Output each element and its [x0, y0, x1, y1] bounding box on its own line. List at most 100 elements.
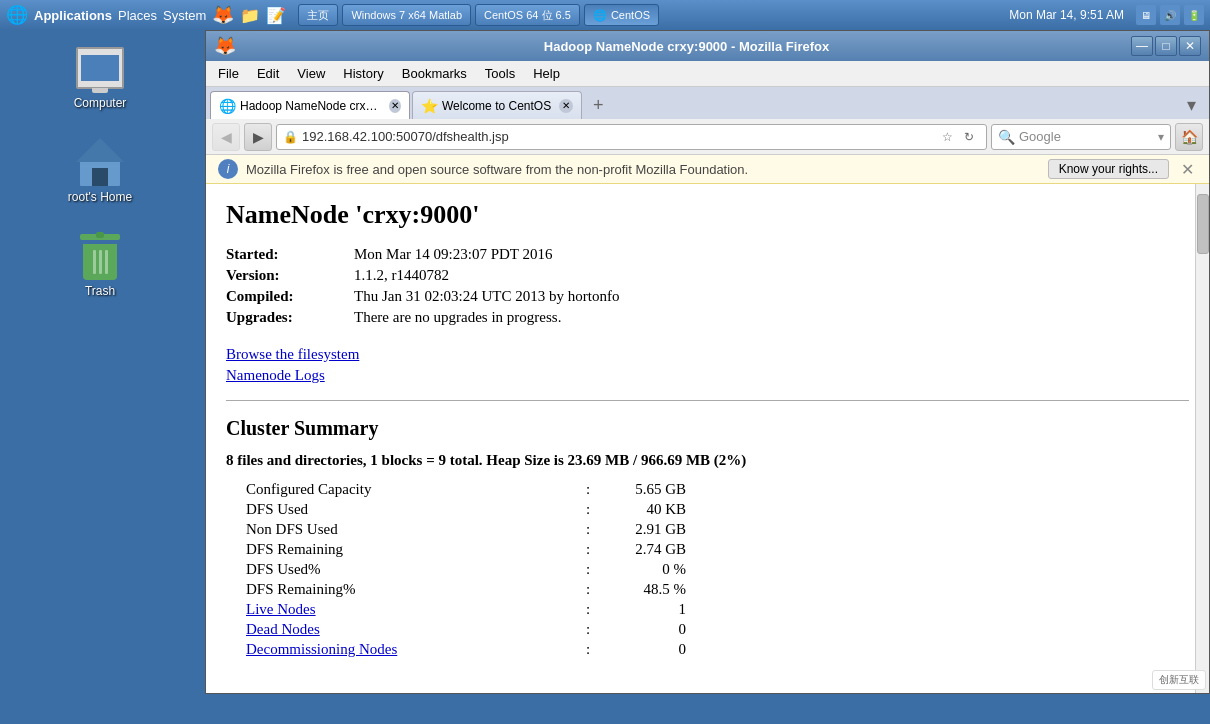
configured-capacity-label: Configured Capacity — [246, 481, 586, 498]
dfs-used-pct-label: DFS Used% — [246, 561, 586, 578]
window-controls: — □ ✕ — [1131, 36, 1201, 56]
info-row-compiled: Compiled: Thu Jan 31 02:03:24 UTC 2013 b… — [226, 288, 1189, 305]
dead-nodes-value: 0 — [606, 621, 686, 638]
tray-icon-battery: 🔋 — [1184, 5, 1204, 25]
menu-help[interactable]: Help — [525, 64, 568, 83]
menu-history[interactable]: History — [335, 64, 391, 83]
desktop-icon-trash[interactable]: Trash — [60, 228, 140, 302]
tab-hadoop-label: Hadoop NameNode crxy:9000 — [240, 99, 381, 113]
back-button[interactable]: ◀ — [212, 123, 240, 151]
home-nav-button[interactable]: 🏠 — [1175, 123, 1203, 151]
namenode-logs-link[interactable]: Namenode Logs — [226, 367, 1189, 384]
applications-menu[interactable]: Applications — [34, 8, 112, 23]
taskbar-tab-centos64[interactable]: CentOS 64 位 6.5 — [475, 4, 580, 26]
decommissioning-nodes-link[interactable]: Decommissioning Nodes — [246, 641, 397, 657]
menu-bar: File Edit View History Bookmarks Tools H… — [206, 61, 1209, 87]
window-title: Hadoop NameNode crxy:9000 - Mozilla Fire… — [242, 39, 1131, 54]
forward-button[interactable]: ▶ — [244, 123, 272, 151]
section-divider — [226, 400, 1189, 401]
window-titlebar: 🦊 Hadoop NameNode crxy:9000 - Mozilla Fi… — [206, 31, 1209, 61]
home-icon-label: root's Home — [68, 190, 132, 204]
taskbar-tab-centos[interactable]: 🌐 CentOS — [584, 4, 659, 26]
address-scheme-icon: 🔒 — [283, 130, 298, 144]
stat-row-dfs-remaining-pct: DFS Remaining% : 48.5 % — [226, 581, 1189, 598]
address-input-wrap: 🔒 192.168.42.100:50070/dfshealth.jsp ☆ ↻ — [276, 124, 987, 150]
tab-hadoop[interactable]: 🌐 Hadoop NameNode crxy:9000 ✕ — [210, 91, 410, 119]
firefox-window: 🦊 Hadoop NameNode crxy:9000 - Mozilla Fi… — [205, 30, 1210, 694]
tab-centos-label: Welcome to CentOS — [442, 99, 551, 113]
stat-row-live-nodes: Live Nodes : 1 — [226, 601, 1189, 618]
computer-icon-label: Computer — [74, 96, 127, 110]
non-dfs-used-value: 2.91 GB — [606, 521, 686, 538]
decommissioning-nodes-value: 0 — [606, 641, 686, 658]
new-tab-button[interactable]: + — [584, 91, 612, 119]
menu-bookmarks[interactable]: Bookmarks — [394, 64, 475, 83]
system-time: Mon Mar 14, 9:51 AM — [1009, 8, 1124, 22]
menu-tools[interactable]: Tools — [477, 64, 523, 83]
stats-table: Configured Capacity : 5.65 GB DFS Used :… — [226, 481, 1189, 658]
started-value: Mon Mar 14 09:23:07 PDT 2016 — [354, 246, 552, 263]
taskbar-tab-matlab[interactable]: Windows 7 x64 Matlab — [342, 4, 471, 26]
dfs-remaining-pct-label: DFS Remaining% — [246, 581, 586, 598]
stat-row-dfs-used: DFS Used : 40 KB — [226, 501, 1189, 518]
version-label: Version: — [226, 267, 346, 284]
address-input[interactable]: 192.168.42.100:50070/dfshealth.jsp — [302, 129, 936, 144]
desktop: Computer root's Home — [0, 30, 1210, 694]
taskbar-tab-home[interactable]: 主页 — [298, 4, 338, 26]
menu-edit[interactable]: Edit — [249, 64, 287, 83]
firefox-logo-icon: 🦊 — [214, 35, 236, 57]
info-table: Started: Mon Mar 14 09:23:07 PDT 2016 Ve… — [226, 246, 1189, 326]
page-content: NameNode 'crxy:9000' Started: Mon Mar 14… — [206, 184, 1209, 693]
search-box: 🔍 Google ▾ — [991, 124, 1171, 150]
address-bar: ◀ ▶ 🔒 192.168.42.100:50070/dfshealth.jsp… — [206, 119, 1209, 155]
notification-button[interactable]: Know your rights... — [1048, 159, 1169, 179]
dfs-remaining-label: DFS Remaining — [246, 541, 586, 558]
desktop-icon-computer[interactable]: Computer — [60, 40, 140, 114]
search-dropdown-icon[interactable]: ▾ — [1158, 130, 1164, 144]
stat-row-dead-nodes: Dead Nodes : 0 — [226, 621, 1189, 638]
stat-row-decommissioning: Decommissioning Nodes : 0 — [226, 641, 1189, 658]
upgrades-value: There are no upgrades in progress. — [354, 309, 561, 326]
system-menu[interactable]: System — [163, 8, 206, 23]
dead-nodes-link[interactable]: Dead Nodes — [246, 621, 320, 637]
tab-list-button[interactable]: ▾ — [1177, 91, 1205, 119]
tab-hadoop-close[interactable]: ✕ — [389, 99, 401, 113]
live-nodes-link[interactable]: Live Nodes — [246, 601, 316, 617]
desktop-icon-home[interactable]: root's Home — [60, 134, 140, 208]
stat-row-dfs-used-pct: DFS Used% : 0 % — [226, 561, 1189, 578]
cluster-summary-title: Cluster Summary — [226, 417, 1189, 440]
menu-file[interactable]: File — [210, 64, 247, 83]
scrollbar[interactable] — [1195, 184, 1209, 693]
window-maximize-button[interactable]: □ — [1155, 36, 1177, 56]
info-row-version: Version: 1.1.2, r1440782 — [226, 267, 1189, 284]
tab-centos-welcome[interactable]: ⭐ Welcome to CentOS ✕ — [412, 91, 582, 119]
places-menu[interactable]: Places — [118, 8, 157, 23]
dfs-remaining-pct-value: 48.5 % — [606, 581, 686, 598]
info-row-upgrades: Upgrades: There are no upgrades in progr… — [226, 309, 1189, 326]
trash-icon-label: Trash — [85, 284, 115, 298]
search-input[interactable]: Google — [1019, 129, 1061, 144]
tab-centos-close[interactable]: ✕ — [559, 99, 573, 113]
menu-view[interactable]: View — [289, 64, 333, 83]
non-dfs-used-label: Non DFS Used — [246, 521, 586, 538]
upgrades-label: Upgrades: — [226, 309, 346, 326]
browse-filesystem-link[interactable]: Browse the filesystem — [226, 346, 1189, 363]
scrollbar-thumb[interactable] — [1197, 194, 1209, 254]
window-close-button[interactable]: ✕ — [1179, 36, 1201, 56]
dfs-used-label: DFS Used — [246, 501, 586, 518]
notification-bar: i Mozilla Firefox is free and open sourc… — [206, 155, 1209, 184]
stat-row-configured-capacity: Configured Capacity : 5.65 GB — [226, 481, 1189, 498]
live-nodes-value: 1 — [606, 601, 686, 618]
dfs-remaining-value: 2.74 GB — [606, 541, 686, 558]
dfs-used-value: 40 KB — [606, 501, 686, 518]
notification-close-button[interactable]: ✕ — [1177, 159, 1197, 179]
tray-icon-network: 🖥 — [1136, 5, 1156, 25]
tray-icon-sound: 🔊 — [1160, 5, 1180, 25]
page-content-wrapper: NameNode 'crxy:9000' Started: Mon Mar 14… — [206, 184, 1209, 693]
version-value: 1.1.2, r1440782 — [354, 267, 449, 284]
window-minimize-button[interactable]: — — [1131, 36, 1153, 56]
bookmark-star-icon[interactable]: ☆ — [936, 126, 958, 148]
stat-row-non-dfs: Non DFS Used : 2.91 GB — [226, 521, 1189, 538]
reload-button[interactable]: ↻ — [958, 126, 980, 148]
started-label: Started: — [226, 246, 346, 263]
